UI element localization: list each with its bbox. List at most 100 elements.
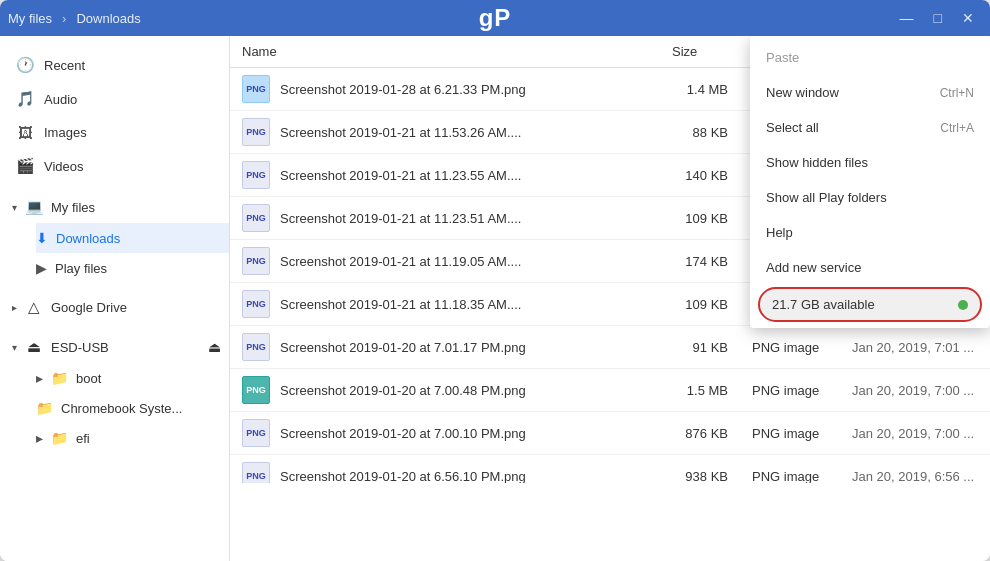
close-button[interactable]: ✕ [954, 6, 982, 30]
menu-item-paste: Paste [750, 40, 990, 75]
sidebar-item-downloads[interactable]: ⬇ Downloads [36, 223, 229, 253]
sidebar-chromebook-label: Chromebook Syste... [61, 401, 182, 416]
eject-icon[interactable]: ⏏ [208, 339, 221, 355]
file-name-text-4: Screenshot 2019-01-21 at 11.19.05 AM.... [280, 254, 521, 269]
table-row[interactable]: PNGScreenshot 2019-01-20 at 7.01.17 PM.p… [230, 326, 990, 369]
menu-item-show-hidden[interactable]: Show hidden files [750, 145, 990, 180]
menu-item-show-play[interactable]: Show all Play folders [750, 180, 990, 215]
storage-dot [958, 300, 968, 310]
title-bar: My files › Downloads gP — □ ✕ [0, 0, 990, 36]
file-name-cell-2: PNGScreenshot 2019-01-21 at 11.23.55 AM.… [230, 154, 660, 197]
file-type-8: PNG image [740, 412, 840, 455]
select-all-label: Select all [766, 120, 819, 135]
storage-label: 21.7 GB available [772, 297, 875, 312]
images-icon: 🖼 [16, 124, 34, 141]
file-name-cell-7: PNGScreenshot 2019-01-20 at 7.00.48 PM.p… [230, 369, 660, 412]
sidebar-esdusb-group: ▾ ⏏ ESD-USB ⏏ ▸ 📁 boot 📁 Chromebook Syst… [0, 327, 229, 457]
file-name-text-5: Screenshot 2019-01-21 at 11.18.35 AM.... [280, 297, 521, 312]
menu-item-add-service[interactable]: Add new service [750, 250, 990, 285]
googledrive-icon: △ [25, 298, 43, 316]
menu-item-help[interactable]: Help [750, 215, 990, 250]
file-name-text-0: Screenshot 2019-01-28 at 6.21.33 PM.png [280, 82, 526, 97]
table-row[interactable]: PNGScreenshot 2019-01-20 at 6.56.10 PM.p… [230, 455, 990, 484]
file-icon-1: PNG [242, 118, 270, 146]
breadcrumb-myfiles[interactable]: My files [8, 11, 52, 26]
sidebar-label-audio: Audio [44, 92, 77, 107]
sidebar-group-myfiles[interactable]: ▾ 💻 My files [0, 191, 229, 223]
sidebar-group-esdusb[interactable]: ▾ ⏏ ESD-USB ⏏ [0, 331, 229, 363]
file-date-7: Jan 20, 2019, 7:00 ... [840, 369, 990, 412]
sidebar-label-images: Images [44, 125, 87, 140]
myfiles-chevron: ▾ [12, 202, 17, 213]
col-header-name[interactable]: Name [230, 36, 660, 68]
downloads-icon: ⬇ [36, 230, 48, 246]
new-window-shortcut: Ctrl+N [940, 86, 974, 100]
file-type-9: PNG image [740, 455, 840, 484]
file-name-cell-5: PNG Screenshot 2019-01-21 at 11.18.35 AM.… [230, 283, 660, 326]
sidebar-myfiles-label: My files [51, 200, 95, 215]
file-name-text-8: Screenshot 2019-01-20 at 7.00.10 PM.png [280, 426, 526, 441]
sidebar-item-recent[interactable]: 🕐 Recent [0, 48, 229, 82]
sidebar-item-chromebook[interactable]: 📁 Chromebook Syste... [36, 393, 229, 423]
sidebar-esdusb-label: ESD-USB [51, 340, 196, 355]
table-row[interactable]: PNGScreenshot 2019-01-20 at 7.00.48 PM.p… [230, 369, 990, 412]
menu-item-new-window[interactable]: New window Ctrl+N [750, 75, 990, 110]
sidebar-myfiles-group: ▾ 💻 My files ⬇ Downloads ▶ Play files [0, 187, 229, 287]
file-date-9: Jan 20, 2019, 6:56 ... [840, 455, 990, 484]
file-area: Name Size Type PNGScreenshot 2019-01-28 … [230, 36, 990, 561]
app-logo: gP [479, 4, 512, 32]
file-icon-7: PNG [242, 376, 270, 404]
maximize-button[interactable]: □ [926, 6, 950, 30]
file-size-3: 109 KB [660, 197, 740, 240]
minimize-button[interactable]: — [892, 6, 922, 30]
app-window: My files › Downloads gP — □ ✕ 🕐 Recent 🎵… [0, 0, 990, 561]
file-date-8: Jan 20, 2019, 7:00 ... [840, 412, 990, 455]
file-size-5: 109 KB [660, 283, 740, 326]
file-name-cell-0: PNG Screenshot 2019-01-28 at 6.21.33 PM.p… [230, 68, 660, 111]
file-name-cell-3: PNGScreenshot 2019-01-21 at 11.23.51 AM.… [230, 197, 660, 240]
menu-item-storage[interactable]: 21.7 GB available [758, 287, 982, 322]
new-window-label: New window [766, 85, 839, 100]
sidebar-item-playfiles[interactable]: ▶ Play files [36, 253, 229, 283]
recent-icon: 🕐 [16, 56, 34, 74]
sidebar-item-audio[interactable]: 🎵 Audio [0, 82, 229, 116]
breadcrumb-downloads[interactable]: Downloads [76, 11, 140, 26]
sidebar-googledrive-group: ▸ △ Google Drive [0, 287, 229, 327]
myfiles-children: ⬇ Downloads ▶ Play files [0, 223, 229, 283]
googledrive-chevron: ▸ [12, 302, 17, 313]
file-icon-8: PNG [242, 419, 270, 447]
boot-folder-icon: 📁 [51, 370, 68, 386]
menu-item-select-all[interactable]: Select all Ctrl+A [750, 110, 990, 145]
sidebar-googledrive-label: Google Drive [51, 300, 127, 315]
file-size-8: 876 KB [660, 412, 740, 455]
paste-label: Paste [766, 50, 799, 65]
help-label: Help [766, 225, 793, 240]
sidebar-item-boot[interactable]: ▸ 📁 boot [36, 363, 229, 393]
col-header-size[interactable]: Size [660, 36, 740, 68]
file-name-cell-9: PNGScreenshot 2019-01-20 at 6.56.10 PM.p… [230, 455, 660, 484]
sidebar-group-googledrive[interactable]: ▸ △ Google Drive [0, 291, 229, 323]
show-play-label: Show all Play folders [766, 190, 887, 205]
file-name-cell-8: PNG Screenshot 2019-01-20 at 7.00.10 PM.p… [230, 412, 660, 455]
file-icon-6: PNG [242, 333, 270, 361]
file-icon-4: PNG [242, 247, 270, 275]
sidebar-downloads-label: Downloads [56, 231, 120, 246]
file-type-7: PNG image [740, 369, 840, 412]
file-name-text-1: Screenshot 2019-01-21 at 11.53.26 AM.... [280, 125, 521, 140]
table-row[interactable]: PNG Screenshot 2019-01-20 at 7.00.10 PM.p… [230, 412, 990, 455]
sidebar-item-videos[interactable]: 🎬 Videos [0, 149, 229, 183]
file-size-4: 174 KB [660, 240, 740, 283]
esdusb-icon: ⏏ [25, 338, 43, 356]
boot-icon: ▸ [36, 370, 43, 386]
audio-icon: 🎵 [16, 90, 34, 108]
file-size-2: 140 KB [660, 154, 740, 197]
sidebar-label-videos: Videos [44, 159, 84, 174]
sidebar-item-images[interactable]: 🖼 Images [0, 116, 229, 149]
file-size-0: 1.4 MB [660, 68, 740, 111]
file-icon-9: PNG [242, 462, 270, 483]
file-date-6: Jan 20, 2019, 7:01 ... [840, 326, 990, 369]
file-icon-5: PNG [242, 290, 270, 318]
sidebar-item-efi[interactable]: ▸ 📁 efi [36, 423, 229, 453]
show-hidden-label: Show hidden files [766, 155, 868, 170]
file-icon-0: PNG [242, 75, 270, 103]
